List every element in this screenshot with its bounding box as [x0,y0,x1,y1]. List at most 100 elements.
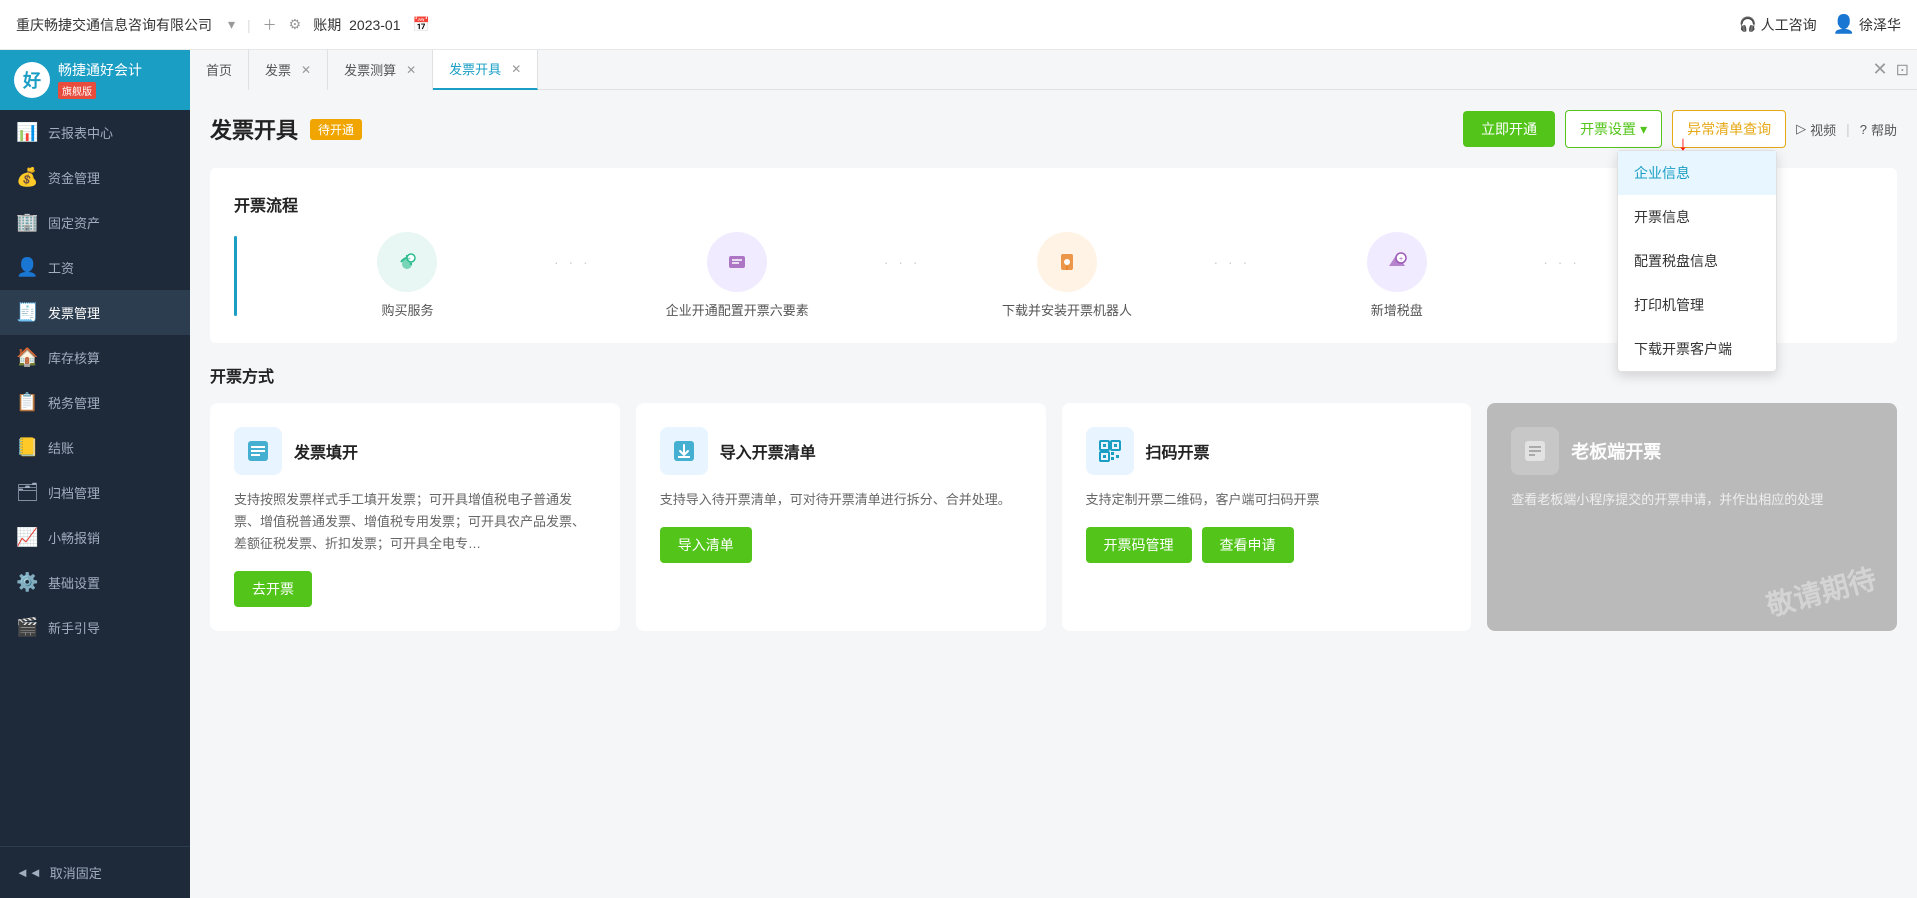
flow-step-tax: + 新增税盘 [1250,232,1543,319]
sidebar-item-label: 新手引导 [48,618,100,637]
unpin-btn[interactable]: ◄◄ 取消固定 [16,855,174,890]
dropdown-item-invoice-info[interactable]: 开票信息 [1618,195,1776,239]
page-title: 发票开具 [210,113,298,145]
archive-icon: 🗂 [16,482,38,503]
add-company-icon[interactable]: ＋ [263,15,277,35]
sidebar-item-tax[interactable]: 📋 税务管理 [0,380,190,425]
tab-invoice-issue-close[interactable]: ✕ [511,62,521,76]
dropdown-item-printer[interactable]: 打印机管理 [1618,283,1776,327]
svg-text:+: + [1399,256,1403,263]
scan-card-icon [1086,427,1134,475]
sidebar-item-label: 固定资产 [48,213,100,232]
dropdown-arrow-icon: ▾ [1640,121,1647,138]
boss-card-icon [1511,427,1559,475]
settings-btn[interactable]: 开票设置 ▾ [1565,110,1662,148]
boss-card-desc: 查看老板端小程序提交的开票申请，并作出相应的处理 [1511,489,1873,511]
activate-btn[interactable]: 立即开通 [1463,111,1555,147]
method-card-boss: 老板端开票 查看老板端小程序提交的开票申请，并作出相应的处理 敬请期待 [1487,403,1897,631]
sidebar: 好 畅捷通好会计 旗舰版 📊 云报表中心 💰 资金管理 🏢 [0,50,190,898]
ai-consult-btn[interactable]: 🎧 人工咨询 [1739,15,1816,35]
dropdown-item-tax-config[interactable]: 配置税盘信息 [1618,239,1776,283]
config-step-icon [707,232,767,292]
view-apply-btn[interactable]: 查看申请 [1202,527,1294,563]
sidebar-item-guide[interactable]: 🎬 新手引导 [0,605,190,650]
headset-icon: 🎧 [1739,16,1756,33]
page-actions: 立即开通 开票设置 ▾ 异常清单查询 ▷ 视频 | ? [1463,110,1897,148]
sidebar-logo: 好 畅捷通好会计 旗舰版 [0,50,190,110]
flow-step-config: 企业开通配置开票六要素 [591,232,884,319]
fixed-assets-icon: 🏢 [16,212,38,233]
flow-step-buy: + 购买服务 [261,232,554,319]
company-dropdown-icon[interactable]: ▾ [228,16,235,33]
sidebar-bottom: ◄◄ 取消固定 [0,846,190,898]
page-content: 发票开具 待开通 立即开通 开票设置 ▾ 异常清单查询 ▷ 视频 | [190,90,1917,898]
sidebar-item-fixed-assets[interactable]: 🏢 固定资产 [0,200,190,245]
connector2: · · · [884,254,921,270]
fill-card-actions: 去开票 [234,571,596,607]
sidebar-item-payroll[interactable]: 👤 工资 [0,245,190,290]
help-btn[interactable]: ? 帮助 [1860,120,1897,139]
dropdown-item-company[interactable]: 企业信息 [1618,151,1776,195]
tab-bar: 首页 发票 ✕ 发票测算 ✕ 发票开具 ✕ ✕ ⊡ [190,50,1917,90]
sidebar-item-cloud-report[interactable]: 📊 云报表中心 [0,110,190,155]
sidebar-item-expense[interactable]: 📈 小畅报销 [0,515,190,560]
content-area: 首页 发票 ✕ 发票测算 ✕ 发票开具 ✕ ✕ ⊡ [190,50,1917,898]
flow-divider [234,236,253,316]
tab-invoice-close[interactable]: ✕ [301,63,311,77]
help-icon: ? [1860,122,1867,137]
settings-icon[interactable]: ⚙ [289,16,302,33]
tab-invoice[interactable]: 发票 ✕ [249,50,328,90]
method-card-fill: 发票填开 支持按照发票样式手工填开发票；可开具增值税电子普通发票、增值税普通发票… [210,403,620,631]
finance-icon: 💰 [16,167,38,188]
connector1: · · · [554,254,591,270]
user-info[interactable]: 👤 徐泽华 [1833,14,1901,35]
tab-invoice-issue[interactable]: 发票开具 ✕ [433,50,538,90]
scan-card-desc: 支持定制开票二维码，客户端可扫码开票 [1086,489,1448,511]
fill-card-title: 发票填开 [294,439,358,463]
top-bar: 重庆畅捷交通信息咨询有限公司 ▾ | ＋ ⚙ 账期 2023-01 📅 🎧 人工… [0,0,1917,50]
tab-close-icon[interactable]: ✕ [1873,59,1888,80]
sidebar-item-invoice[interactable]: 🧾 发票管理 [0,290,190,335]
import-card-header: 导入开票清单 [660,427,1022,475]
unpin-icon: ◄◄ [16,865,42,880]
tab-invoice-calc[interactable]: 发票测算 ✕ [328,50,433,90]
period-label: 账期 2023-01 [313,15,400,35]
sidebar-item-inventory[interactable]: 🏠 库存核算 [0,335,190,380]
calendar-icon[interactable]: 📅 [413,16,430,33]
sidebar-item-archive[interactable]: 🗂 归档管理 [0,470,190,515]
cloud-report-icon: 📊 [16,122,38,143]
tab-invoice-calc-close[interactable]: ✕ [406,63,416,77]
tab-expand-icon[interactable]: ⊡ [1896,60,1909,80]
sidebar-item-label: 税务管理 [48,393,100,412]
fill-card-header: 发票填开 [234,427,596,475]
tab-home[interactable]: 首页 [190,50,249,90]
boss-card-title: 老板端开票 [1571,438,1661,464]
top-bar-right: 🎧 人工咨询 👤 徐泽华 [1739,14,1901,35]
import-card-icon [660,427,708,475]
sidebar-item-finance[interactable]: 💰 资金管理 [0,155,190,200]
sidebar-item-label: 基础设置 [48,573,100,592]
sidebar-item-label: 资金管理 [48,168,100,187]
boss-card-header: 老板端开票 [1511,427,1873,475]
payroll-icon: 👤 [16,257,38,278]
qr-manage-btn[interactable]: 开票码管理 [1086,527,1192,563]
settings-dropdown: ↓ 企业信息 开票信息 配置税盘信息 打印机管理 下载开票客户端 [1617,150,1777,372]
sidebar-item-label: 归档管理 [48,483,100,502]
video-btn[interactable]: ▷ 视频 [1796,120,1836,139]
fill-go-btn[interactable]: 去开票 [234,571,312,607]
import-list-btn[interactable]: 导入清单 [660,527,752,563]
divider: | [247,17,251,33]
sidebar-item-label: 发票管理 [48,303,100,322]
sidebar-item-label: 结账 [48,438,74,457]
connector4: · · · [1543,254,1580,270]
avatar-icon: 👤 [1833,14,1855,35]
connector3: · · · [1213,254,1250,270]
sidebar-item-settings[interactable]: ⚙️ 基础设置 [0,560,190,605]
guide-icon: 🎬 [16,617,38,638]
dropdown-item-download-client[interactable]: 下载开票客户端 [1618,327,1776,371]
fill-card-desc: 支持按照发票样式手工填开发票；可开具增值税电子普通发票、增值税普通发票、增值税专… [234,489,596,555]
sidebar-item-settlement[interactable]: 📒 结账 [0,425,190,470]
abnormal-btn[interactable]: 异常清单查询 [1672,110,1786,148]
company-name[interactable]: 重庆畅捷交通信息咨询有限公司 [16,15,212,35]
scan-card-header: 扫码开票 [1086,427,1448,475]
